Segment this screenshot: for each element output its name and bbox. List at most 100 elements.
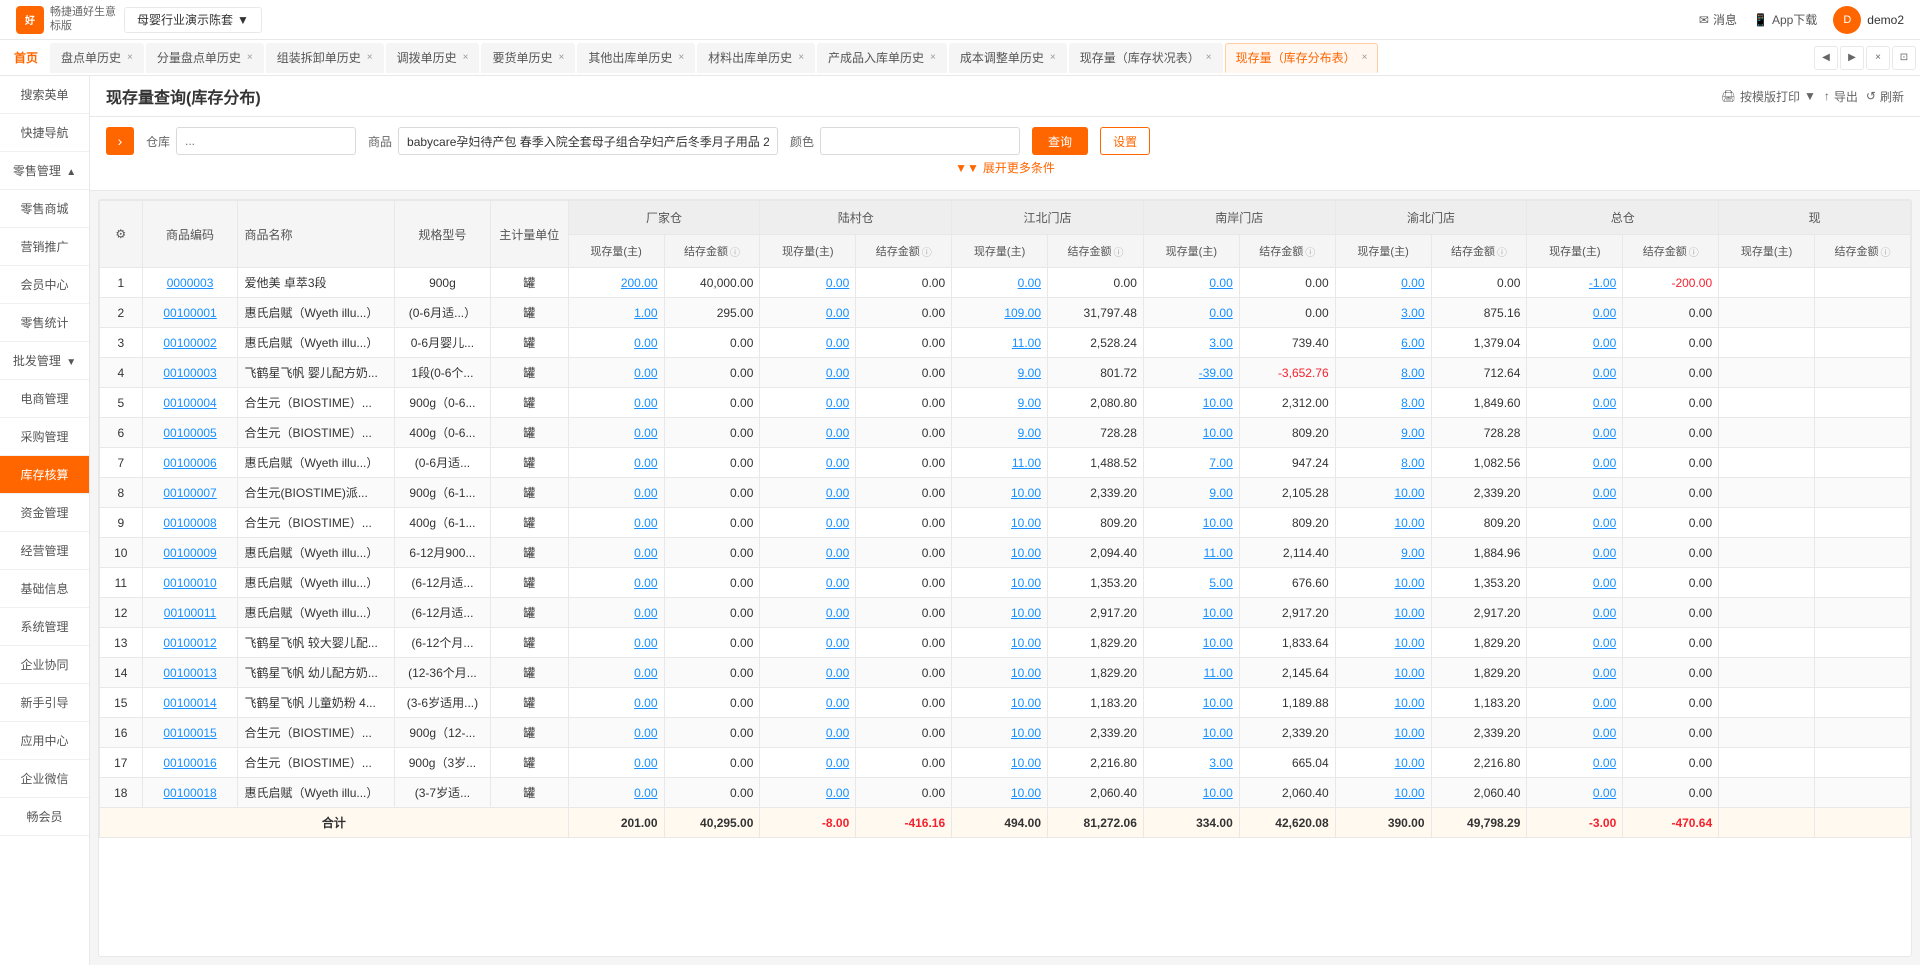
code-link[interactable]: 00100010 [163, 576, 216, 590]
tab-pandian[interactable]: 盘点单历史 × [50, 43, 144, 73]
row-total-qty: 0.00 [1527, 598, 1623, 628]
sidebar-item-inventory[interactable]: 库存核算 [0, 456, 89, 494]
sidebar-item-retail-mall[interactable]: 零售商城 [0, 190, 89, 228]
color-input[interactable] [820, 127, 1020, 155]
tab-fenliang[interactable]: 分量盘点单历史 × [146, 43, 264, 73]
tab-cpcrk[interactable]: 产成品入库单历史 × [817, 43, 947, 73]
sidebar-item-system[interactable]: 系统管理 [0, 608, 89, 646]
row-total-qty: 0.00 [1527, 478, 1623, 508]
code-link[interactable]: 00100016 [163, 756, 216, 770]
row-yb-amt: 728.28 [1431, 418, 1527, 448]
close-icon[interactable]: × [930, 52, 936, 63]
sidebar-item-purchase[interactable]: 采购管理 [0, 418, 89, 456]
warehouse-input[interactable] [176, 127, 356, 155]
sidebar-item-collab[interactable]: 企业协同 [0, 646, 89, 684]
close-icon[interactable]: × [1362, 52, 1368, 63]
row-yb-qty: 8.00 [1335, 358, 1431, 388]
code-link[interactable]: 00100009 [163, 546, 216, 560]
close-icon[interactable]: × [1050, 52, 1056, 63]
total-label: 合计 [100, 808, 569, 838]
code-link[interactable]: 00100006 [163, 456, 216, 470]
code-link[interactable]: 00100001 [163, 306, 216, 320]
close-icon[interactable]: × [127, 52, 133, 63]
row-lc-qty: 0.00 [760, 508, 856, 538]
code-link[interactable]: 00100013 [163, 666, 216, 680]
row-yb-qty: 10.00 [1335, 718, 1431, 748]
tab-qtchk[interactable]: 其他出库单历史 × [577, 43, 695, 73]
sidebar-item-ecom[interactable]: 电商管理 [0, 380, 89, 418]
setting-button[interactable]: 设置 [1100, 127, 1150, 155]
sidebar-item-wholesale[interactable]: 批发管理 ▼ [0, 342, 89, 380]
sidebar-item-retail-manage[interactable]: 零售管理 ▲ [0, 152, 89, 190]
code-link[interactable]: 00100011 [164, 606, 217, 620]
app-download-button[interactable]: 📱 App下载 [1753, 11, 1817, 28]
code-link[interactable]: 00100002 [163, 336, 216, 350]
row-na-amt: 809.20 [1239, 508, 1335, 538]
row-yb-qty: 6.00 [1335, 328, 1431, 358]
sidebar-item-basic[interactable]: 基础信息 [0, 570, 89, 608]
sidebar-item-member[interactable]: 会员中心 [0, 266, 89, 304]
row-cj-amt: 40,000.00 [664, 268, 760, 298]
sidebar-item-wechat[interactable]: 企业微信 [0, 760, 89, 798]
sidebar-item-operation[interactable]: 经营管理 [0, 532, 89, 570]
tab-home[interactable]: 首页 [4, 43, 48, 73]
close-icon[interactable]: × [367, 52, 373, 63]
expand-conditions[interactable]: ▼▼ 展开更多条件 [106, 155, 1904, 180]
query-button[interactable]: 查询 [1032, 127, 1088, 155]
collapse-button[interactable]: › [106, 127, 134, 155]
code-link[interactable]: 0000003 [167, 276, 214, 290]
sidebar-item-marketing[interactable]: 营销推广 [0, 228, 89, 266]
sidebar-item-appcenter[interactable]: 应用中心 [0, 722, 89, 760]
row-lc-amt: 0.00 [856, 478, 952, 508]
sidebar-item-newguide[interactable]: 新手引导 [0, 684, 89, 722]
row-total-amt: 0.00 [1623, 718, 1719, 748]
print-button[interactable]: 🖨 按模版打印 ▼ [1721, 88, 1816, 105]
message-button[interactable]: ✉ 消息 [1699, 11, 1737, 28]
code-link[interactable]: 00100014 [163, 696, 216, 710]
tab-kczt[interactable]: 现存量（库存状况表）× [1069, 43, 1223, 73]
code-link[interactable]: 00100003 [163, 366, 216, 380]
tab-zuzhuang[interactable]: 组装拆卸单历史 × [266, 43, 384, 73]
close-icon[interactable]: × [463, 52, 469, 63]
th-warehouse-jb: 江北门店 [952, 201, 1144, 235]
sidebar-item-retail-stat[interactable]: 零售统计 [0, 304, 89, 342]
tab-kcfb[interactable]: 现存量（库存分布表）× [1225, 43, 1379, 73]
close-icon[interactable]: × [1206, 52, 1212, 63]
nav-expand-arrow[interactable]: ⊡ [1892, 46, 1916, 70]
export-button[interactable]: ↑ 导出 [1824, 88, 1858, 105]
code-link[interactable]: 00100005 [163, 426, 216, 440]
row-cur-amt [1815, 508, 1911, 538]
sidebar-item-finance[interactable]: 资金管理 [0, 494, 89, 532]
th-settings[interactable]: ⚙ [100, 201, 143, 268]
code-link[interactable]: 00100007 [163, 486, 216, 500]
code-link[interactable]: 00100004 [163, 396, 216, 410]
th-lc-qty: 现存量(主) [760, 235, 856, 268]
code-link[interactable]: 00100012 [163, 636, 216, 650]
close-icon[interactable]: × [247, 52, 253, 63]
code-link[interactable]: 00100018 [163, 786, 216, 800]
close-icon[interactable]: × [798, 52, 804, 63]
code-link[interactable]: 00100008 [163, 516, 216, 530]
sidebar-item-member2[interactable]: 畅会员 [0, 798, 89, 836]
goods-input[interactable] [398, 127, 778, 155]
sidebar-item-search[interactable]: 搜索英单 [0, 76, 89, 114]
tab-diaob[interactable]: 调拨单历史 × [386, 43, 480, 73]
nav-next-arrow[interactable]: ▶ [1840, 46, 1864, 70]
tab-cbtz[interactable]: 成本调整单历史 × [949, 43, 1067, 73]
row-unit: 罐 [490, 298, 568, 328]
close-icon[interactable]: × [678, 52, 684, 63]
tab-clchk[interactable]: 材料出库单历史 × [697, 43, 815, 73]
row-lc-amt: 0.00 [856, 508, 952, 538]
code-link[interactable]: 00100015 [163, 726, 216, 740]
sidebar-item-quicknav[interactable]: 快捷导航 [0, 114, 89, 152]
refresh-button[interactable]: ↺ 刷新 [1866, 88, 1904, 105]
nav-close-arrow[interactable]: × [1866, 46, 1890, 70]
tab-yaohuo[interactable]: 要货单历史 × [481, 43, 575, 73]
close-icon[interactable]: × [558, 52, 564, 63]
row-na-amt: 0.00 [1239, 298, 1335, 328]
row-name: 爱他美 卓萃3段 [238, 268, 395, 298]
user-area[interactable]: D demo2 [1833, 6, 1904, 34]
nav-prev-arrow[interactable]: ◀ [1814, 46, 1838, 70]
row-cj-amt: 0.00 [664, 568, 760, 598]
industry-selector[interactable]: 母婴行业演示陈套 ▼ [124, 7, 262, 33]
